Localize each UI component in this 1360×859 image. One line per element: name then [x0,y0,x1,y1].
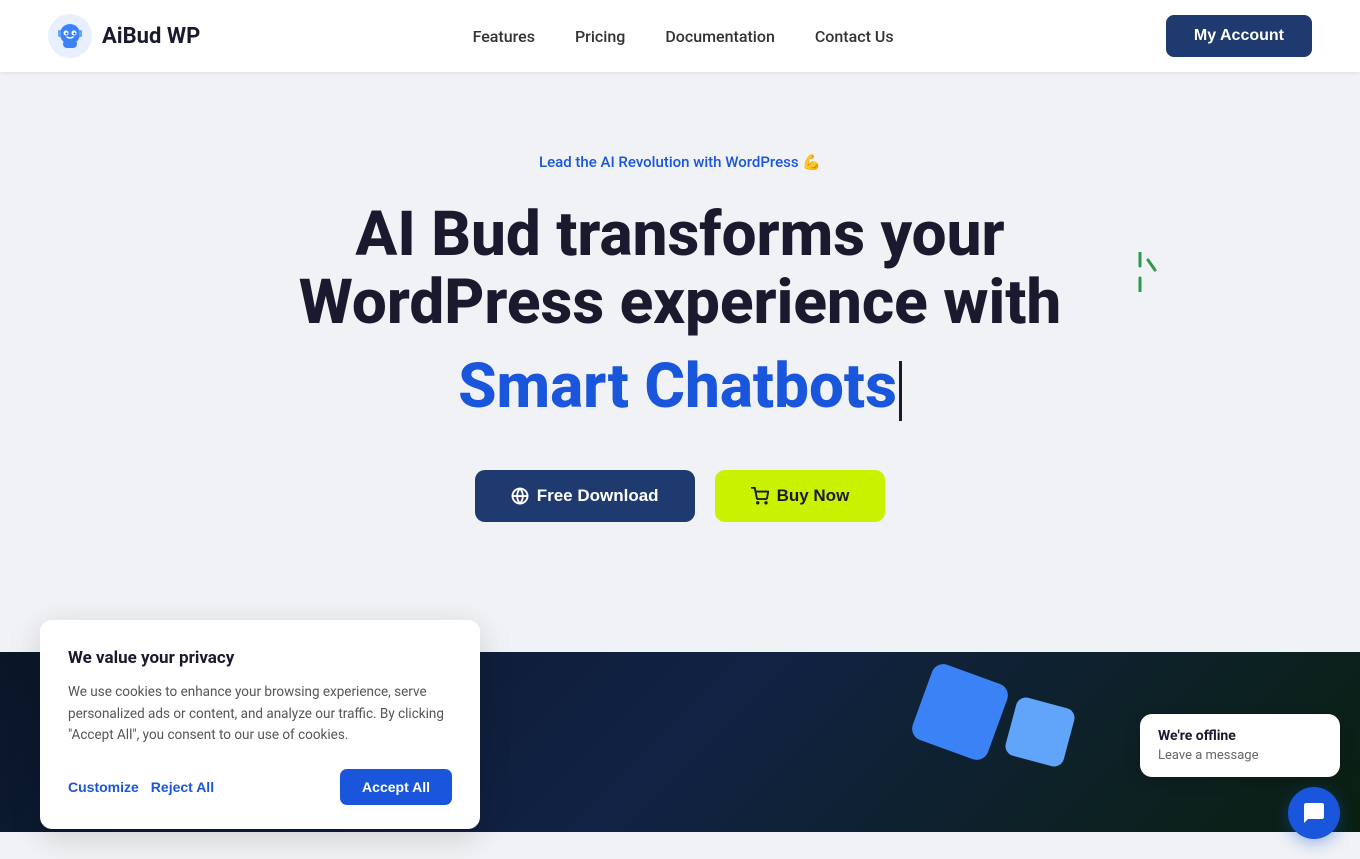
cookie-banner: We value your privacy We use cookies to … [40,620,480,829]
nav-features[interactable]: Features [473,27,535,46]
hero-highlight: AI Bud [355,201,540,269]
cookie-title: We value your privacy [68,648,452,668]
chat-widget: We're offline Leave a message [1140,714,1340,839]
nav-pricing[interactable]: Pricing [575,27,625,46]
spark-decoration [1120,252,1160,292]
chat-status-title: We're offline [1158,728,1322,744]
my-account-button[interactable]: My Account [1166,15,1312,57]
nav-documentation[interactable]: Documentation [665,27,775,46]
cart-icon [751,487,769,505]
chat-action-label: Leave a message [1158,748,1322,763]
decorative-shape-1 [909,661,1012,764]
buy-now-button[interactable]: Buy Now [715,470,886,522]
cookie-buttons: Customize Reject All Accept All [68,769,452,805]
logo-area: AiBud WP [48,14,200,58]
hero-section: Lead the AI Revolution with WordPress 💪 … [0,72,1360,652]
site-header: AiBud WP Features Pricing Documentation … [0,0,1360,72]
cursor-blink [899,361,902,421]
decorative-shape-2 [1003,695,1076,768]
hero-subtitle: Smart Chatbots [20,353,1340,421]
logo-icon [48,14,92,58]
hero-tag: Lead the AI Revolution with WordPress 💪 [539,153,821,173]
chat-open-button[interactable] [1288,787,1340,839]
logo-text: AiBud WP [102,24,200,49]
hero-title-line2: WordPress experience with [299,266,1062,339]
nav-contact[interactable]: Contact Us [815,27,894,46]
chat-status-bubble: We're offline Leave a message [1140,714,1340,777]
customize-button[interactable]: Customize [68,779,139,795]
main-nav: Features Pricing Documentation Contact U… [473,27,894,46]
accept-all-button[interactable]: Accept All [340,769,452,805]
reject-all-button[interactable]: Reject All [151,779,214,795]
wordpress-icon [511,487,529,505]
cookie-body: We use cookies to enhance your browsing … [68,682,452,747]
hero-title: AI Bud transforms your WordPress experie… [230,201,1130,337]
chat-icon [1302,801,1326,825]
hero-buttons: Free Download Buy Now [20,470,1340,522]
free-download-button[interactable]: Free Download [475,470,695,522]
